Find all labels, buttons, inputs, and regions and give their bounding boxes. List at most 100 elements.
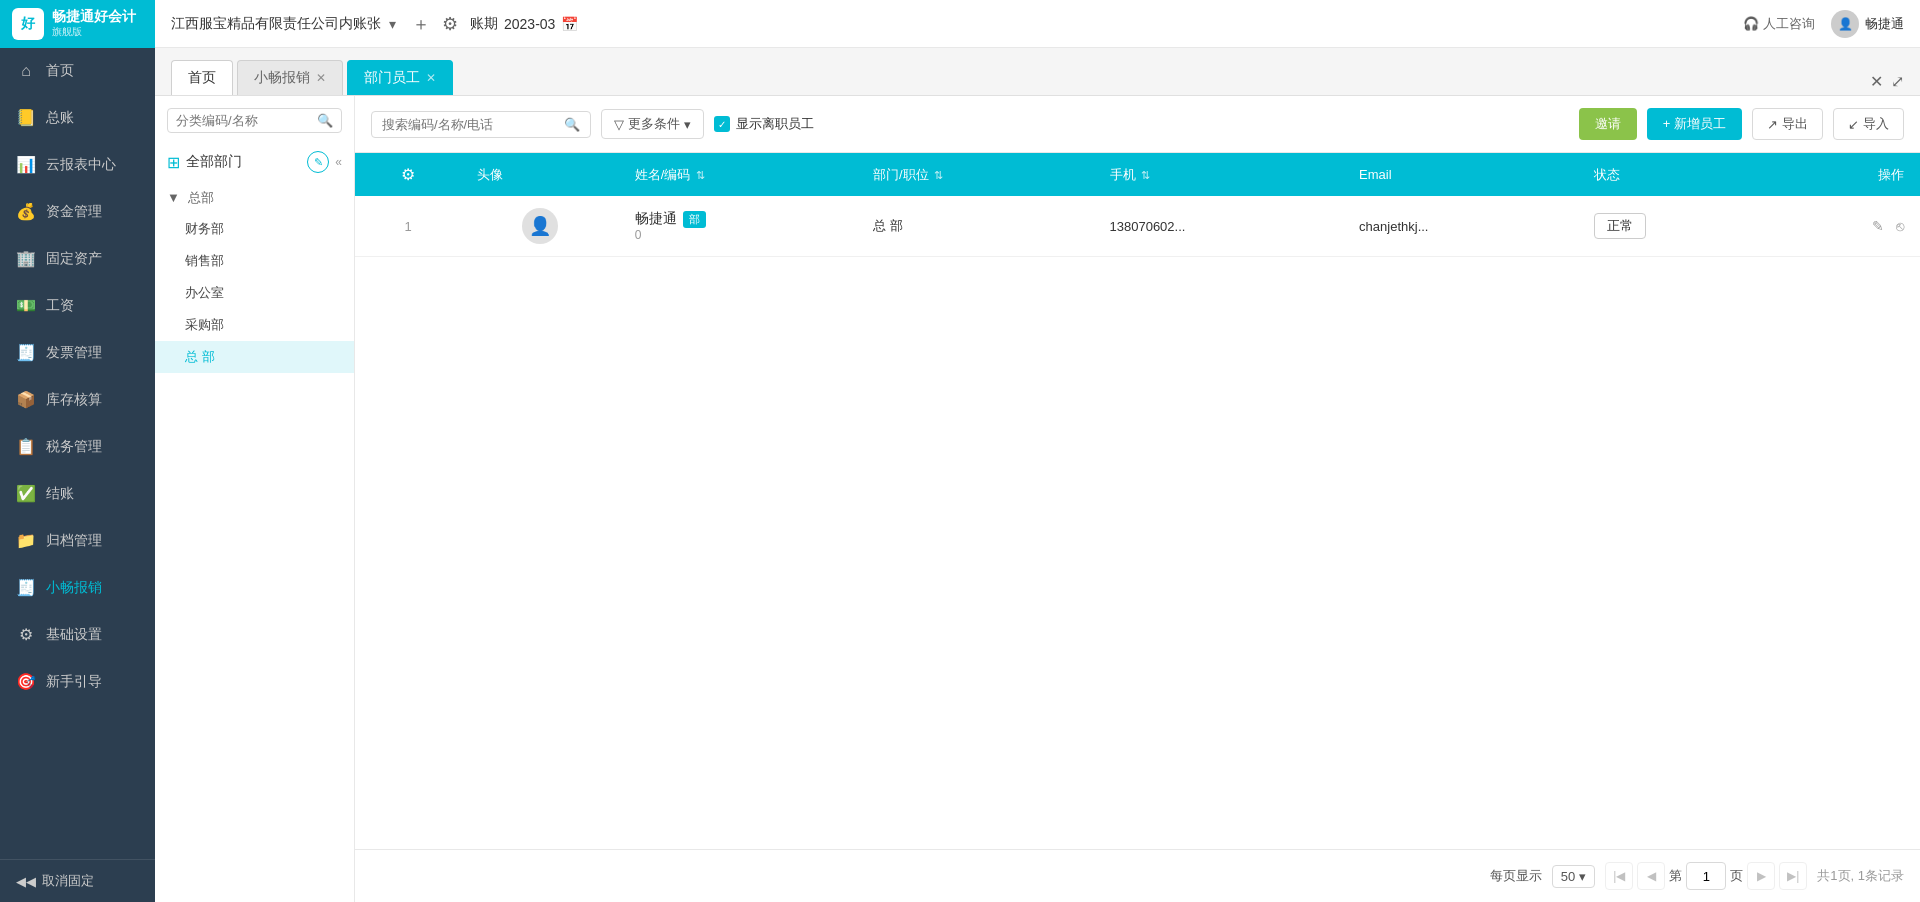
total-records: 共1页, 1条记录: [1817, 867, 1904, 885]
dept-search-icon[interactable]: 🔍: [317, 113, 333, 128]
sidebar-item-report[interactable]: 📊 云报表中心: [0, 141, 155, 188]
company-settings-icon[interactable]: ⚙: [442, 13, 458, 35]
calendar-icon[interactable]: 📅: [561, 16, 578, 32]
import-button[interactable]: ↙ 导入: [1833, 108, 1904, 140]
tab-xiaochang[interactable]: 小畅报销 ✕: [237, 60, 343, 95]
tab-expand-icon[interactable]: ⤢: [1891, 72, 1904, 91]
show-resigned-toggle[interactable]: ✓ 显示离职员工: [714, 115, 814, 133]
support-button[interactable]: 🎧 人工咨询: [1743, 15, 1815, 33]
sidebar-item-archive[interactable]: 📁 归档管理: [0, 517, 155, 564]
sidebar-item-settings[interactable]: ⚙ 基础设置: [0, 611, 155, 658]
sidebar-item-ledger[interactable]: 📒 总账: [0, 94, 155, 141]
name-sort-icon: ⇅: [696, 169, 705, 181]
settle-icon: ✅: [16, 484, 36, 503]
sidebar-item-label: 小畅报销: [46, 579, 102, 597]
support-icon: 🎧: [1743, 16, 1759, 31]
page-input[interactable]: [1686, 862, 1726, 890]
cancel-fix-button[interactable]: ◀◀ 取消固定: [0, 859, 155, 902]
all-dept-header[interactable]: ⊞ 全部部门 ✎ «: [155, 145, 354, 179]
search-icon[interactable]: 🔍: [564, 117, 580, 132]
dept-collapse-icon[interactable]: «: [335, 155, 342, 169]
content-area: 首页 小畅报销 ✕ 部门员工 ✕ ✕ ⤢ 🔍: [155, 48, 1920, 902]
sidebar-item-xiaochang[interactable]: 🧾 小畅报销: [0, 564, 155, 611]
action-buttons: ✎ ⎋: [1788, 218, 1904, 234]
sidebar-item-label: 首页: [46, 62, 74, 80]
col-status: 状态: [1578, 153, 1772, 196]
employee-search-box[interactable]: 🔍: [371, 111, 591, 138]
col-name-label: 姓名/编码: [635, 167, 691, 182]
dept-item-general-dept[interactable]: 总 部: [155, 341, 354, 373]
sidebar-item-guide[interactable]: 🎯 新手引导: [0, 658, 155, 705]
logo-title: 畅捷通好会计: [52, 8, 136, 25]
sidebar-item-tax[interactable]: 📋 税务管理: [0, 423, 155, 470]
dept-item-finance[interactable]: 财务部: [155, 213, 354, 245]
tab-xiaochang-label: 小畅报销: [254, 69, 310, 87]
avatar: 👤: [1831, 10, 1859, 38]
dept-item-office[interactable]: 办公室: [155, 277, 354, 309]
first-page-button[interactable]: |◀: [1605, 862, 1633, 890]
dept-item-purchase[interactable]: 采购部: [155, 309, 354, 341]
last-page-button[interactable]: ▶|: [1779, 862, 1807, 890]
dept-search-input[interactable]: [176, 113, 317, 128]
add-employee-button[interactable]: + 新增员工: [1647, 108, 1742, 140]
sidebar-item-home[interactable]: ⌂ 首页: [0, 48, 155, 94]
dept-tree: ▼ 总部 财务部 销售部 办公室 采购部 总 部: [155, 179, 354, 377]
sidebar-item-fixed[interactable]: 🏢 固定资产: [0, 235, 155, 282]
pagination: 每页显示 50 ▾ |◀ ◀ 第 页 ▶ ▶| 共1页, 1条记录: [355, 849, 1920, 902]
row-avatar-cell: 👤: [461, 196, 618, 257]
tab-xiaochang-close[interactable]: ✕: [316, 71, 326, 85]
sidebar-item-settle[interactable]: ✅ 结账: [0, 470, 155, 517]
logo-subtitle: 旗舰版: [52, 25, 136, 39]
period-value: 2023-03: [504, 16, 555, 32]
dept-header-left: ⊞ 全部部门: [167, 153, 242, 172]
invite-button[interactable]: 邀请: [1579, 108, 1637, 140]
per-page-select[interactable]: 50 ▾: [1552, 865, 1595, 888]
tab-close-all-icon[interactable]: ✕: [1870, 72, 1883, 91]
filter-icon: ▽: [614, 117, 624, 132]
col-phone[interactable]: 手机 ⇅: [1094, 153, 1344, 196]
prev-page-button[interactable]: ◀: [1637, 862, 1665, 890]
dept-item-sales[interactable]: 销售部: [155, 245, 354, 277]
dept-header-actions: ✎ «: [307, 151, 342, 173]
sidebar-item-label: 云报表中心: [46, 156, 116, 174]
delete-button[interactable]: ⎋: [1896, 218, 1904, 234]
avatar-container: 👤: [477, 208, 602, 244]
employee-search-input[interactable]: [382, 117, 558, 132]
dept-edit-button[interactable]: ✎: [307, 151, 329, 173]
sidebar-item-salary[interactable]: 💵 工资: [0, 282, 155, 329]
tab-employee-close[interactable]: ✕: [426, 71, 436, 85]
sidebar-item-label: 发票管理: [46, 344, 102, 362]
show-resigned-checkbox[interactable]: ✓: [714, 116, 730, 132]
sidebar-item-label: 总账: [46, 109, 74, 127]
company-dropdown-icon[interactable]: ▾: [389, 16, 396, 32]
toolbar: 🔍 ▽ 更多条件 ▾ ✓ 显示离职员工 邀请 + 新增员工: [355, 96, 1920, 153]
dept-grid-icon: ⊞: [167, 153, 180, 172]
inventory-icon: 📦: [16, 390, 36, 409]
sidebar-item-invoice[interactable]: 🧾 发票管理: [0, 329, 155, 376]
col-settings[interactable]: ⚙: [355, 153, 461, 196]
table-settings-icon[interactable]: ⚙: [401, 166, 415, 183]
user-area[interactable]: 👤 畅捷通: [1831, 10, 1904, 38]
sidebar-item-inventory[interactable]: 📦 库存核算: [0, 376, 155, 423]
sidebar-item-capital[interactable]: 💰 资金管理: [0, 188, 155, 235]
sidebar-item-label: 税务管理: [46, 438, 102, 456]
tab-employee[interactable]: 部门员工 ✕: [347, 60, 453, 95]
col-name-code[interactable]: 姓名/编码 ⇅: [619, 153, 857, 196]
col-dept[interactable]: 部门/职位 ⇅: [857, 153, 1094, 196]
tab-home-label: 首页: [188, 69, 216, 87]
row-status-cell: 正常: [1578, 196, 1772, 257]
add-company-icon[interactable]: ＋: [412, 12, 430, 36]
filter-button[interactable]: ▽ 更多条件 ▾: [601, 109, 704, 139]
expand-icon: ▼: [167, 190, 180, 205]
all-dept-label: 全部部门: [186, 153, 242, 171]
row-actions-cell: ✎ ⎋: [1772, 196, 1920, 257]
salary-icon: 💵: [16, 296, 36, 315]
next-page-button[interactable]: ▶: [1747, 862, 1775, 890]
right-content: 🔍 ▽ 更多条件 ▾ ✓ 显示离职员工 邀请 + 新增员工: [355, 96, 1920, 902]
export-button[interactable]: ↗ 导出: [1752, 108, 1823, 140]
edit-button[interactable]: ✎: [1872, 218, 1884, 234]
col-email: Email: [1343, 153, 1578, 196]
dept-search-box[interactable]: 🔍: [167, 108, 342, 133]
main-layout: ⌂ 首页 📒 总账 📊 云报表中心 💰 资金管理 🏢 固定资产 💵 工资 🧾 发…: [0, 48, 1920, 902]
tab-home[interactable]: 首页: [171, 60, 233, 95]
